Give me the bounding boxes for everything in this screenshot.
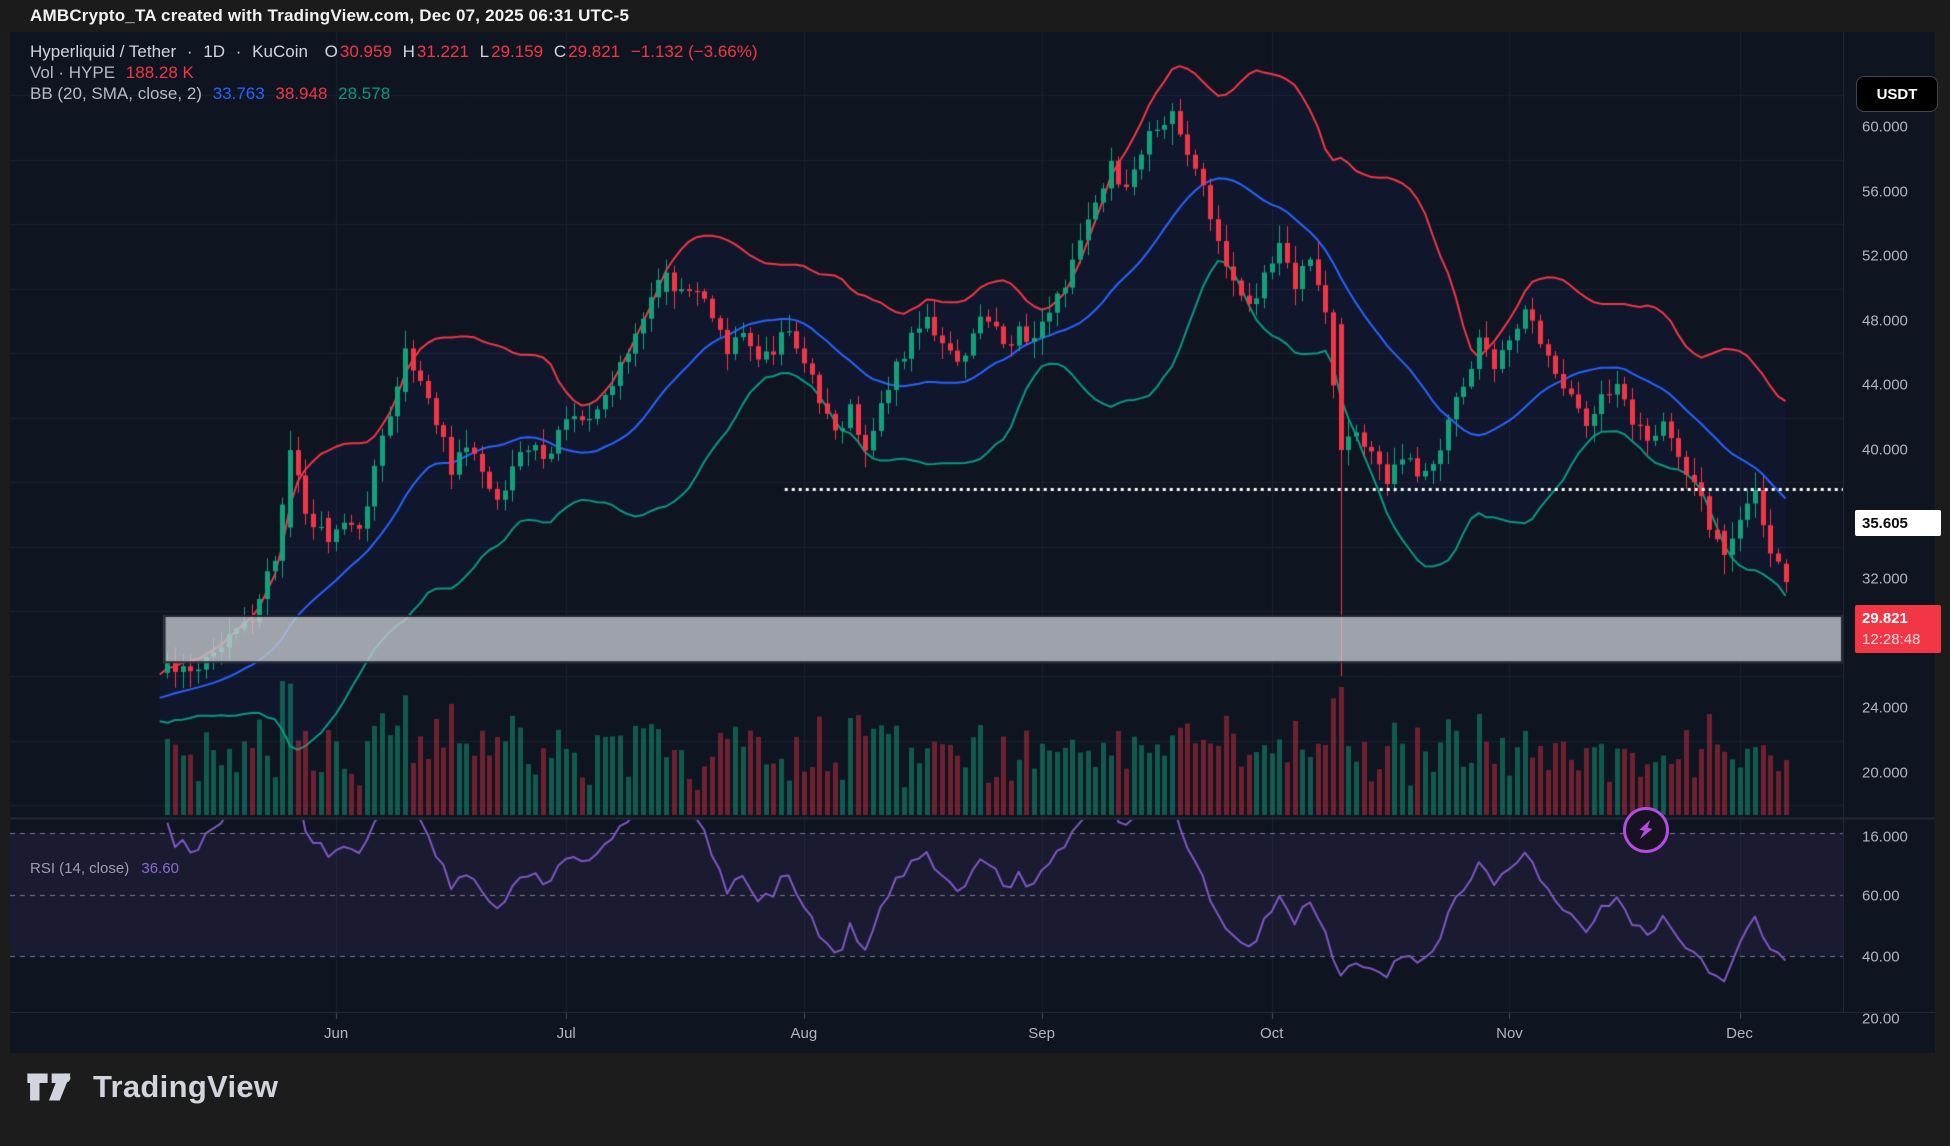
price-axis-label: 32.000 [1862, 570, 1908, 587]
footer-strip: TradingView [0, 1053, 1950, 1146]
price-axis-label: 60.000 [1862, 119, 1908, 136]
exchange-label: KuCoin [252, 42, 308, 61]
price-axis-label: 56.000 [1862, 183, 1908, 200]
flash-snapshot-button[interactable] [1623, 807, 1669, 853]
open-value: 30.959 [340, 42, 392, 61]
price-level-badge: 35.605 [1855, 510, 1941, 536]
price-axis-label: 20.000 [1862, 764, 1908, 781]
volume-legend-row: Vol · HYPE 188.28 K [30, 63, 200, 83]
rsi-axis-label: 60.00 [1862, 887, 1900, 904]
chart-widget: Hyperliquid / Tether · 1D · KuCoin O30.9… [10, 32, 1935, 1053]
bb-upper-value: 38.948 [275, 84, 327, 103]
high-value: 31.221 [417, 42, 469, 61]
rsi-axis-label: 20.00 [1862, 1010, 1900, 1027]
time-axis-label: Sep [1028, 1025, 1055, 1042]
time-axis-label: Jun [324, 1025, 348, 1042]
open-label: O [325, 42, 338, 61]
bb-basis-value: 33.763 [213, 84, 265, 103]
legend-separator: · [236, 42, 242, 61]
symbol-legend-row: Hyperliquid / Tether · 1D · KuCoin O30.9… [30, 42, 764, 62]
chart-plot-area[interactable] [10, 32, 1935, 1053]
lightning-bolt-icon [1633, 817, 1659, 843]
interval-label: 1D [203, 42, 225, 61]
bb-lower-value: 28.578 [338, 84, 390, 103]
high-label: H [403, 42, 415, 61]
legend-separator: · [187, 42, 193, 61]
bb-legend-row: BB (20, SMA, close, 2) 33.763 38.948 28.… [30, 84, 396, 104]
volume-value: 188.28 K [126, 63, 194, 82]
time-axis-label: Jul [557, 1025, 576, 1042]
watermark-header: AMBCrypto_TA created with TradingView.co… [0, 0, 1950, 32]
price-axis-label: 24.000 [1862, 700, 1908, 717]
price-axis-label: 40.000 [1862, 441, 1908, 458]
time-axis-label: Nov [1496, 1025, 1523, 1042]
tradingview-logo-icon [26, 1065, 80, 1109]
time-axis-label: Dec [1726, 1025, 1753, 1042]
tradingview-snapshot: AMBCrypto_TA created with TradingView.co… [0, 0, 1950, 1146]
time-axis-label: Oct [1260, 1025, 1283, 1042]
tradingview-brand-name: TradingView [93, 1069, 278, 1105]
price-axis-label: 16.000 [1862, 829, 1908, 846]
last-price-value: 29.821 [1862, 608, 1941, 629]
bar-countdown: 12:28:48 [1862, 629, 1941, 650]
time-axis-label: Aug [791, 1025, 818, 1042]
tradingview-brand[interactable]: TradingView [26, 1065, 278, 1109]
last-price-badge: 29.821 12:28:48 [1855, 605, 1941, 653]
rsi-label: RSI (14, close) [30, 860, 129, 877]
low-label: L [480, 42, 489, 61]
price-axis-label: 52.000 [1862, 248, 1908, 265]
symbol-title: Hyperliquid / Tether [30, 42, 176, 61]
volume-label: Vol · HYPE [30, 63, 115, 82]
currency-toggle-button[interactable]: USDT [1856, 76, 1938, 112]
close-value: 29.821 [568, 42, 620, 61]
close-label: C [554, 42, 566, 61]
price-axis-label: 48.000 [1862, 312, 1908, 329]
bb-label: BB (20, SMA, close, 2) [30, 84, 202, 103]
price-axis-label: 44.000 [1862, 377, 1908, 394]
rsi-value: 36.60 [141, 860, 179, 877]
change-value: −1.132 (−3.66%) [631, 42, 758, 61]
time-axis[interactable]: JunJulAugSepOctNovDec2026 [10, 1012, 1843, 1053]
price-axis-divider [1843, 32, 1844, 1012]
low-value: 29.159 [491, 42, 543, 61]
rsi-axis-label: 40.00 [1862, 949, 1900, 966]
rsi-legend-row: RSI (14, close) 36.60 [30, 860, 179, 877]
watermark-text: AMBCrypto_TA created with TradingView.co… [30, 6, 629, 26]
